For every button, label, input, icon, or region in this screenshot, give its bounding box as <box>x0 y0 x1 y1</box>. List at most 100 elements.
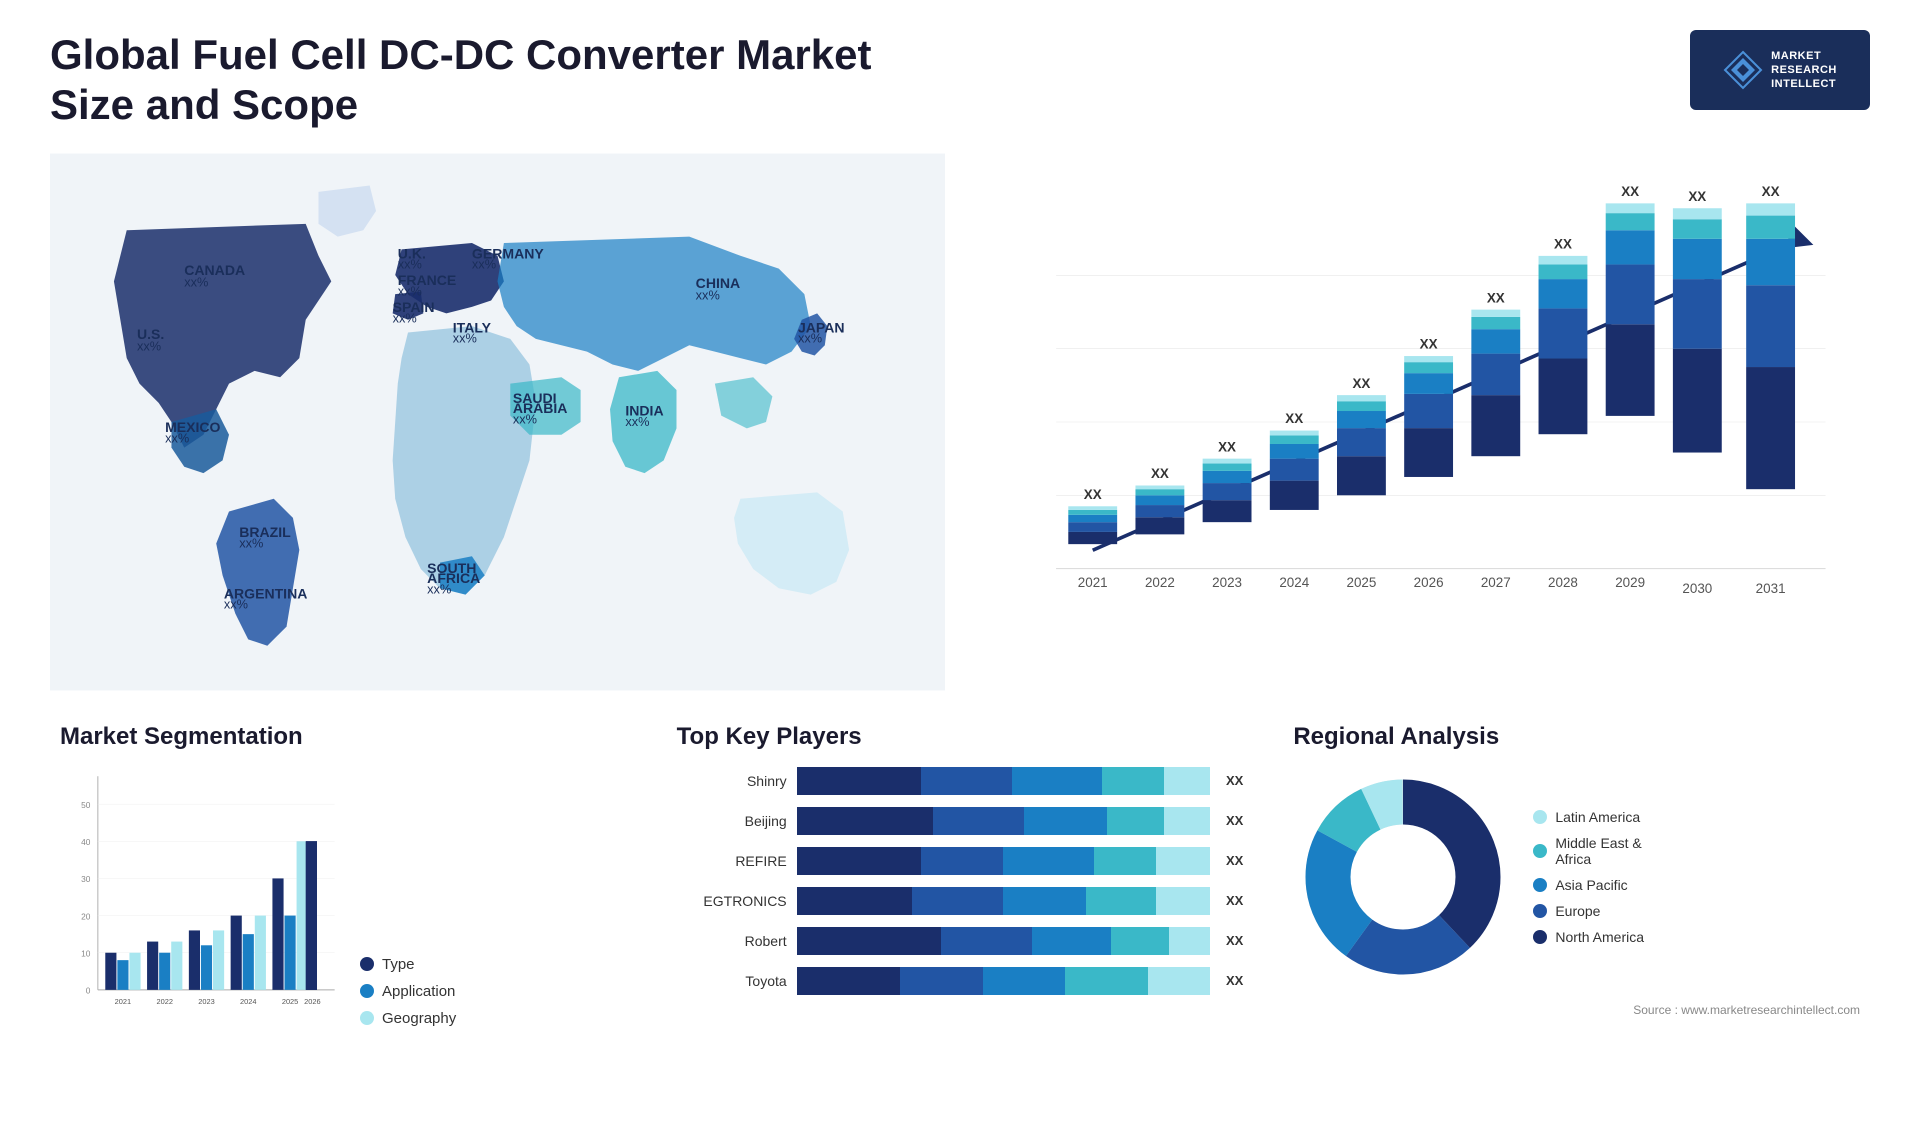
legend-application: Application <box>360 983 456 1000</box>
value-france: xx% <box>398 283 422 298</box>
svg-text:2021: 2021 <box>115 997 131 1006</box>
svg-text:40: 40 <box>81 837 91 847</box>
svg-text:2026: 2026 <box>304 997 320 1006</box>
segmentation-chart: 0 10 20 30 40 50 <box>60 767 340 1027</box>
svg-text:2025: 2025 <box>282 997 298 1006</box>
value-brazil: xx% <box>239 535 263 550</box>
svg-text:XX: XX <box>1151 466 1169 481</box>
legend-asia-pacific: Asia Pacific <box>1533 877 1644 893</box>
player-name-robert: Robert <box>677 933 787 949</box>
player-value-refire: XX <box>1226 853 1243 868</box>
player-row-refire: REFIRE XX <box>677 847 1244 875</box>
svg-text:2031: 2031 <box>1756 581 1786 596</box>
segmentation-legend: Type Application Geography <box>360 956 456 1027</box>
svg-text:20: 20 <box>81 911 91 921</box>
player-name-egtronics: EGTRONICS <box>677 893 787 909</box>
svg-text:XX: XX <box>1621 184 1639 199</box>
regional-legend: Latin America Middle East &Africa Asia P… <box>1533 809 1644 945</box>
logo-area: MARKET RESEARCH INTELLECT <box>1690 30 1870 110</box>
svg-text:2027: 2027 <box>1481 575 1511 590</box>
logo-box: MARKET RESEARCH INTELLECT <box>1690 30 1870 110</box>
svg-text:XX: XX <box>1420 336 1438 351</box>
svg-text:50: 50 <box>81 800 91 810</box>
player-name-toyota: Toyota <box>677 973 787 989</box>
player-bar-refire <box>797 847 1210 875</box>
svg-text:XX: XX <box>1084 487 1102 502</box>
value-uk: xx% <box>398 256 422 271</box>
legend-type: Type <box>360 956 456 973</box>
key-players-panel: Top Key Players Shinry XX Beijing <box>667 713 1254 1037</box>
bar-chart-section: 2021 XX 2022 XX 2023 XX <box>975 151 1870 693</box>
svg-text:2025: 2025 <box>1346 575 1376 590</box>
source-text: Source : www.marketresearchintellect.com <box>1293 1003 1860 1017</box>
player-value-robert: XX <box>1226 933 1243 948</box>
svg-text:2023: 2023 <box>198 997 214 1006</box>
svg-text:2029: 2029 <box>1615 575 1645 590</box>
regional-title: Regional Analysis <box>1293 723 1860 751</box>
value-us: xx% <box>137 338 161 353</box>
svg-text:XX: XX <box>1762 184 1780 199</box>
value-southafrica: xx% <box>427 581 451 596</box>
logo-text: MARKET RESEARCH INTELLECT <box>1771 49 1837 92</box>
player-bar-toyota <box>797 967 1210 995</box>
logo-icon <box>1723 50 1763 90</box>
svg-text:XX: XX <box>1688 189 1706 204</box>
header: Global Fuel Cell DC-DC Converter Market … <box>50 30 1870 131</box>
legend-middle-east-africa: Middle East &Africa <box>1533 835 1644 867</box>
player-name-refire: REFIRE <box>677 853 787 869</box>
regional-donut-chart <box>1293 767 1513 987</box>
svg-text:2028: 2028 <box>1548 575 1578 590</box>
svg-text:XX: XX <box>1218 439 1236 454</box>
svg-text:2024: 2024 <box>1279 575 1309 590</box>
svg-text:0: 0 <box>86 985 91 995</box>
player-row-toyota: Toyota XX <box>677 967 1244 995</box>
legend-north-america: North America <box>1533 929 1644 945</box>
segmentation-panel: Market Segmentation 0 10 20 30 40 50 <box>50 713 637 1037</box>
svg-text:2022: 2022 <box>1145 575 1175 590</box>
player-row-robert: Robert XX <box>677 927 1244 955</box>
value-italy: xx% <box>453 331 477 346</box>
page-title: Global Fuel Cell DC-DC Converter Market … <box>50 30 950 131</box>
growth-bar-chart: 2021 XX 2022 XX 2023 XX <box>995 161 1850 683</box>
svg-text:XX: XX <box>1352 376 1370 391</box>
svg-text:XX: XX <box>1487 290 1505 305</box>
svg-text:2023: 2023 <box>1212 575 1242 590</box>
value-canada: xx% <box>184 274 208 289</box>
legend-latin-america: Latin America <box>1533 809 1644 825</box>
player-bar-shinry <box>797 767 1210 795</box>
segmentation-title: Market Segmentation <box>60 723 627 751</box>
player-name-beijing: Beijing <box>677 813 787 829</box>
value-china: xx% <box>696 287 720 302</box>
value-saudi: xx% <box>513 411 537 426</box>
svg-text:XX: XX <box>1554 236 1572 251</box>
svg-text:30: 30 <box>81 874 91 884</box>
value-argentina: xx% <box>224 596 248 611</box>
regional-panel: Regional Analysis <box>1283 713 1870 1037</box>
player-value-beijing: XX <box>1226 813 1243 828</box>
svg-text:2024: 2024 <box>240 997 256 1006</box>
map-section: CANADA xx% U.S. xx% MEXICO xx% BRAZIL xx… <box>50 151 945 693</box>
value-mexico: xx% <box>165 430 189 445</box>
player-row-shinry: Shinry XX <box>677 767 1244 795</box>
value-india: xx% <box>625 414 649 429</box>
player-bar-beijing <box>797 807 1210 835</box>
player-row-egtronics: EGTRONICS XX <box>677 887 1244 915</box>
svg-text:2030: 2030 <box>1682 581 1712 596</box>
svg-text:2022: 2022 <box>156 997 172 1006</box>
player-name-shinry: Shinry <box>677 773 787 789</box>
value-spain: xx% <box>393 310 417 325</box>
player-bar-robert <box>797 927 1210 955</box>
svg-text:10: 10 <box>81 948 91 958</box>
key-players-title: Top Key Players <box>677 723 1244 751</box>
value-japan: xx% <box>798 331 822 346</box>
legend-europe: Europe <box>1533 903 1644 919</box>
player-row-beijing: Beijing XX <box>677 807 1244 835</box>
svg-text:2026: 2026 <box>1414 575 1444 590</box>
world-map-svg: CANADA xx% U.S. xx% MEXICO xx% BRAZIL xx… <box>50 151 945 693</box>
legend-geography: Geography <box>360 1010 456 1027</box>
svg-text:2021: 2021 <box>1078 575 1108 590</box>
player-value-shinry: XX <box>1226 773 1243 788</box>
player-bar-egtronics <box>797 887 1210 915</box>
value-germany: xx% <box>472 256 496 271</box>
player-value-toyota: XX <box>1226 973 1243 988</box>
